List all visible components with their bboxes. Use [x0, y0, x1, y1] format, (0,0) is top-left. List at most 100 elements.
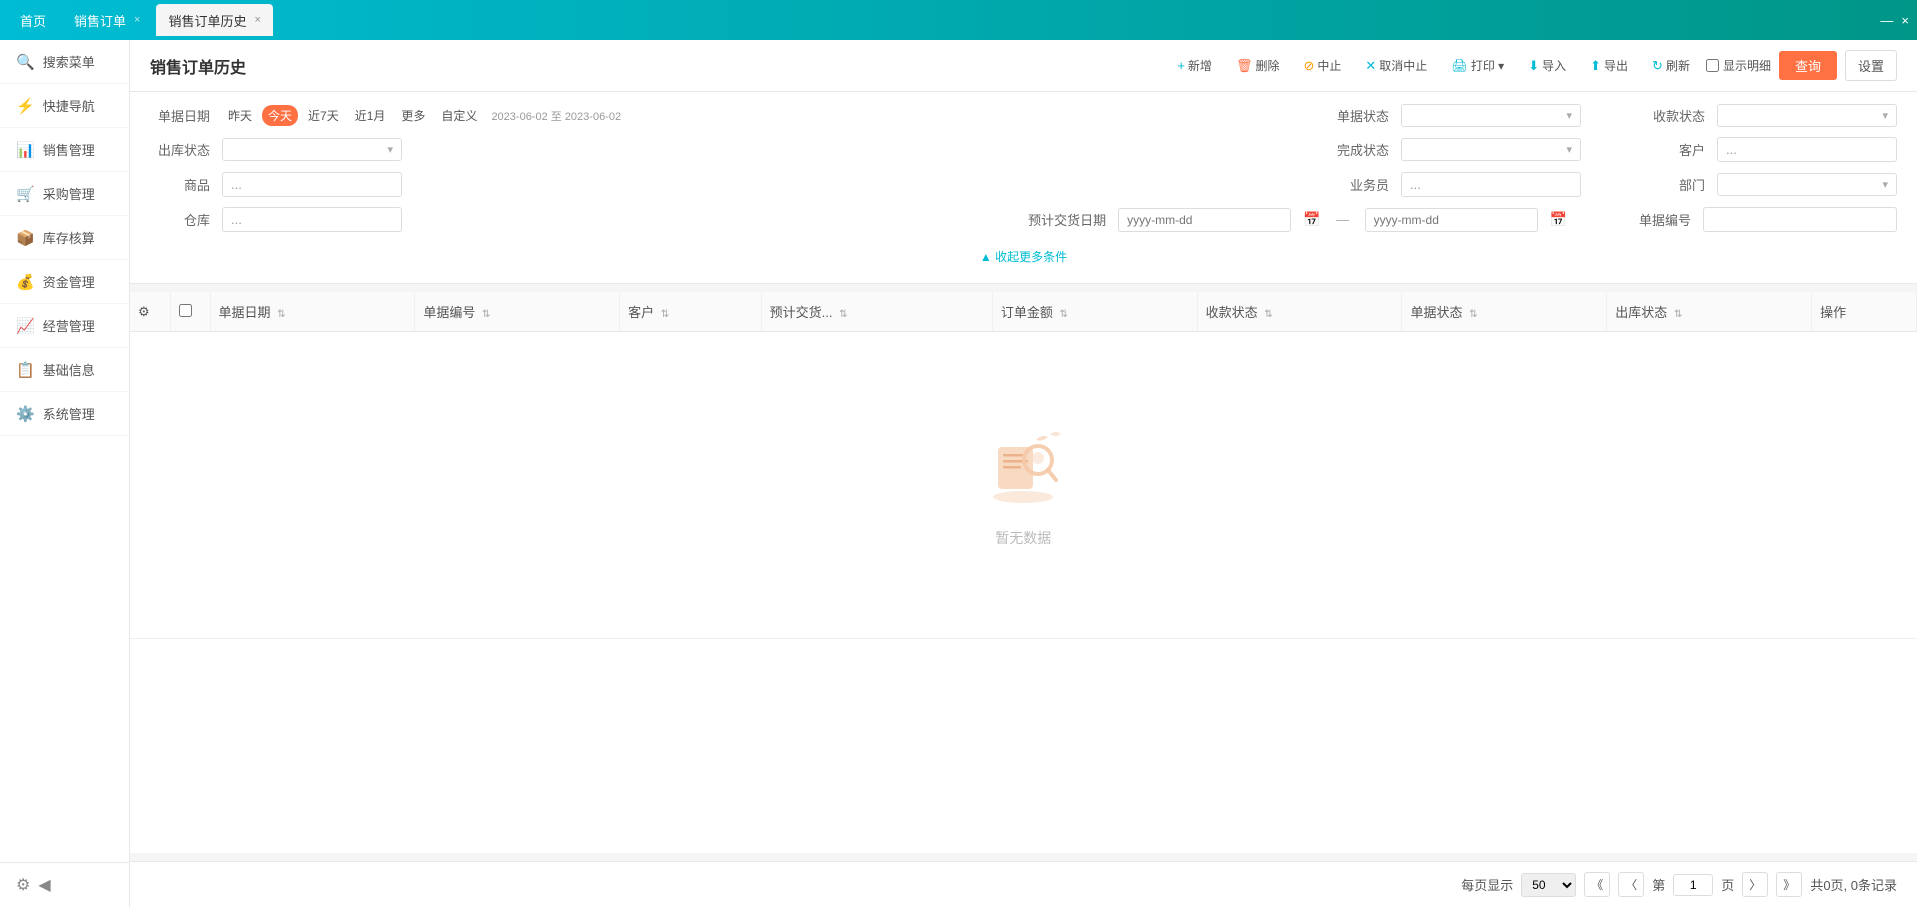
- delivery-end-input[interactable]: [1365, 208, 1538, 232]
- window-close[interactable]: ×: [1901, 13, 1909, 28]
- refresh-button[interactable]: ↻ 刷新: [1644, 53, 1698, 78]
- tab-sales-order-history[interactable]: 销售订单历史 ×: [156, 4, 272, 36]
- tab-sales-order-history-close[interactable]: ×: [254, 14, 260, 26]
- tab-sales-order-label: 销售订单: [74, 11, 126, 30]
- sidebar-settings-icon[interactable]: ⚙: [16, 875, 30, 895]
- date-range: 2023-06-02 至 2023-06-02: [491, 108, 621, 124]
- print-icon: 🖨: [1451, 58, 1468, 74]
- sidebar-item-sales-mgmt-label: 销售管理: [43, 140, 95, 159]
- th-delivery-date[interactable]: 预计交货... ⇅: [761, 292, 992, 332]
- th-operation-label: 操作: [1820, 305, 1846, 320]
- th-checkbox[interactable]: [170, 292, 210, 332]
- tab-sales-order[interactable]: 销售订单 ×: [62, 4, 152, 36]
- footer: 每页显示 50 10 20 100 《 〈 第 页 〉 》 共0页, 0条记录: [130, 861, 1917, 907]
- finance-mgmt-icon: 💰: [16, 273, 35, 291]
- query-button[interactable]: 查询: [1779, 51, 1837, 80]
- last-page-button[interactable]: 》: [1776, 872, 1802, 897]
- cancel-stop-button[interactable]: ✕ 取消中止: [1357, 53, 1435, 78]
- page-number-input[interactable]: [1673, 874, 1713, 896]
- date-btn-today[interactable]: 今天: [262, 105, 298, 126]
- warehouse-input[interactable]: ...: [222, 207, 402, 232]
- date-btn-more[interactable]: 更多: [395, 105, 431, 126]
- pay-status-select[interactable]: ▾: [1717, 104, 1897, 127]
- sidebar-item-ops-mgmt[interactable]: 📈 经营管理: [0, 304, 129, 348]
- th-order-status[interactable]: 单据状态 ⇅: [1402, 292, 1607, 332]
- th-order-date[interactable]: 单据日期 ⇅: [210, 292, 415, 332]
- sidebar-item-sales-mgmt[interactable]: 📊 销售管理: [0, 128, 129, 172]
- complete-status-label: 完成状态: [1329, 140, 1389, 159]
- th-pay-status[interactable]: 收款状态 ⇅: [1197, 292, 1402, 332]
- th-out-status[interactable]: 出库状态 ⇅: [1607, 292, 1812, 332]
- out-status-select[interactable]: ▾: [222, 138, 402, 161]
- filter-row-1: 单据日期 昨天 今天 近7天 近1月 更多 自定义 2023-06-02 至 2…: [150, 104, 1897, 127]
- export-button[interactable]: ⬆ 导出: [1582, 53, 1636, 78]
- gear-icon[interactable]: ⚙: [138, 304, 150, 319]
- display-toggle[interactable]: 显示明细: [1706, 57, 1771, 74]
- stop-button[interactable]: ⊘ 中止: [1295, 53, 1349, 78]
- customer-dots: ...: [1726, 142, 1737, 157]
- ops-mgmt-icon: 📈: [16, 317, 35, 335]
- export-label: 导出: [1604, 57, 1628, 74]
- toolbar: + 新增 🗑 删除 ⊘ 中止 ✕ 取消中止 🖨 打印 ▾: [1169, 50, 1897, 81]
- window-minimize[interactable]: —: [1880, 13, 1893, 28]
- customer-sort-icon: ⇅: [661, 309, 669, 320]
- prev-page-button[interactable]: 〈: [1618, 872, 1644, 897]
- empty-text: 暂无数据: [995, 528, 1051, 548]
- product-input[interactable]: ...: [222, 172, 402, 197]
- tab-home[interactable]: 首页: [8, 4, 58, 36]
- delivery-end-cal-icon[interactable]: 📅: [1550, 211, 1567, 228]
- th-customer-label: 客户: [628, 305, 654, 320]
- page-size-select[interactable]: 50 10 20 100: [1521, 873, 1576, 897]
- basic-info-icon: 📋: [16, 361, 35, 379]
- th-customer[interactable]: 客户 ⇅: [620, 292, 761, 332]
- amount-sort-icon: ⇅: [1059, 309, 1067, 320]
- sidebar-collapse-icon[interactable]: ◀: [38, 875, 50, 895]
- date-separator: —: [1333, 212, 1353, 227]
- dept-select[interactable]: ▾: [1717, 173, 1897, 196]
- display-toggle-checkbox[interactable]: [1706, 59, 1719, 72]
- order-no-input[interactable]: [1703, 207, 1897, 232]
- print-label: 打印 ▾: [1471, 57, 1504, 74]
- th-order-no[interactable]: 单据编号 ⇅: [415, 292, 620, 332]
- complete-status-select[interactable]: ▾: [1401, 138, 1581, 161]
- add-button[interactable]: + 新增: [1169, 53, 1220, 78]
- date-btn-7days[interactable]: 近7天: [302, 105, 345, 126]
- sidebar-item-finance-mgmt[interactable]: 💰 资金管理: [0, 260, 129, 304]
- delivery-start-input[interactable]: [1118, 208, 1291, 232]
- sidebar-item-sys-mgmt[interactable]: ⚙️ 系统管理: [0, 392, 129, 436]
- date-btn-yesterday[interactable]: 昨天: [222, 105, 258, 126]
- sidebar-item-inventory-calc[interactable]: 📦 库存核算: [0, 216, 129, 260]
- import-button[interactable]: ⬇ 导入: [1520, 53, 1574, 78]
- settings-button[interactable]: 设置: [1845, 50, 1897, 81]
- refresh-icon: ↻: [1652, 58, 1663, 74]
- order-date-sort-icon: ⇅: [277, 309, 285, 320]
- next-page-button[interactable]: 〉: [1742, 872, 1768, 897]
- order-status-sort-icon: ⇅: [1469, 309, 1477, 320]
- cancel-stop-label: 取消中止: [1379, 57, 1427, 74]
- sidebar-item-purchase-mgmt[interactable]: 🛒 采购管理: [0, 172, 129, 216]
- customer-input[interactable]: ...: [1717, 137, 1897, 162]
- salesman-input[interactable]: ...: [1401, 172, 1581, 197]
- delivery-date-label: 预计交货日期: [1028, 210, 1106, 229]
- order-no-label: 单据编号: [1631, 210, 1691, 229]
- sidebar-item-search-menu-label: 搜索菜单: [43, 52, 95, 71]
- delete-icon: 🗑: [1236, 58, 1253, 74]
- total-text: 共0页, 0条记录: [1810, 875, 1897, 894]
- th-amount[interactable]: 订单金额 ⇅: [992, 292, 1197, 332]
- sidebar-item-search-menu[interactable]: 🔍 搜索菜单: [0, 40, 129, 84]
- th-settings[interactable]: ⚙: [130, 292, 170, 332]
- order-status-select[interactable]: ▾: [1401, 104, 1581, 127]
- delete-button[interactable]: 🗑 删除: [1228, 53, 1288, 78]
- date-btn-custom[interactable]: 自定义: [435, 105, 483, 126]
- print-button[interactable]: 🖨 打印 ▾: [1443, 53, 1512, 78]
- sidebar-item-basic-info[interactable]: 📋 基础信息: [0, 348, 129, 392]
- collapse-bar[interactable]: ▲ 收起更多条件: [150, 242, 1897, 271]
- delivery-start-cal-icon[interactable]: 📅: [1303, 211, 1320, 228]
- sidebar-item-quick-nav[interactable]: ⚡ 快捷导航: [0, 84, 129, 128]
- date-btn-1month[interactable]: 近1月: [349, 105, 392, 126]
- stop-label: 中止: [1317, 57, 1341, 74]
- empty-icon: [978, 422, 1068, 512]
- select-all-checkbox[interactable]: [179, 304, 192, 317]
- first-page-button[interactable]: 《: [1584, 872, 1610, 897]
- tab-sales-order-close[interactable]: ×: [134, 14, 140, 26]
